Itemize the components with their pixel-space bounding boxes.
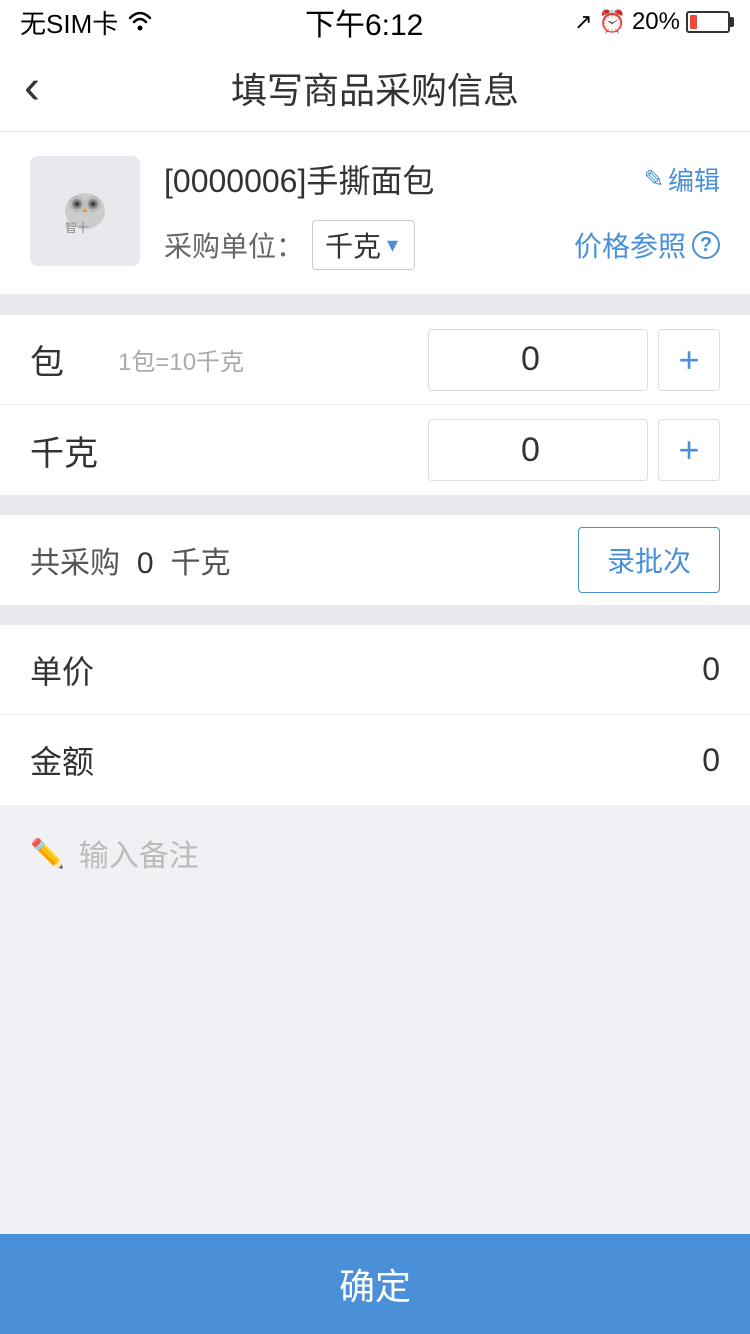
status-left: 无SIM卡 [20, 4, 154, 41]
unit-price-label: 单价 [30, 647, 94, 693]
product-card: 智十 [0000006]手撕面包 ✎ 编辑 采购单位： 千克 ▾ 价格参照 ? [0, 132, 750, 295]
battery-icon [686, 11, 730, 33]
amount-label: 金额 [30, 737, 94, 783]
amount-value: 0 [702, 742, 720, 779]
kg-input-row: 千克 + [0, 405, 750, 495]
bag-label: 包 [30, 335, 110, 384]
product-unit-row: 采购单位： 千克 ▾ 价格参照 ? [164, 220, 720, 270]
unit-value: 千克 [325, 225, 381, 265]
bag-input-control: + [428, 329, 720, 391]
price-ref-label: 价格参照 [574, 225, 686, 265]
price-section: 单价 0 金额 0 [0, 625, 750, 805]
unit-price-value: 0 [702, 651, 720, 688]
note-placeholder: 输入备注 [79, 831, 199, 875]
kg-input-control: + [428, 419, 720, 481]
edit-icon: ✎ [644, 165, 664, 194]
kg-label: 千克 [30, 426, 110, 475]
divider-1 [0, 295, 750, 315]
kg-quantity-input[interactable] [428, 419, 648, 481]
record-batch-button[interactable]: 录批次 [578, 527, 720, 593]
carrier-text: 无SIM卡 [20, 4, 118, 41]
edit-button[interactable]: ✎ 编辑 [644, 161, 720, 198]
pencil-icon: ✏️ [30, 837, 65, 870]
bag-plus-button[interactable]: + [658, 329, 720, 391]
alarm-icon: ⏰ [599, 9, 626, 35]
bag-sublabel: 1包=10千克 [118, 342, 428, 377]
content-fill [0, 901, 750, 1181]
bag-input-row: 包 1包=10千克 + [0, 315, 750, 405]
unit-dropdown-arrow: ▾ [387, 232, 398, 258]
kg-input-section: 千克 + [0, 405, 750, 495]
unit-label: 采购单位： [164, 225, 304, 265]
wifi-icon [126, 7, 154, 38]
total-prefix: 共采购 [30, 547, 120, 580]
product-name-row: [0000006]手撕面包 ✎ 编辑 [164, 156, 720, 202]
status-right: ↗ ⏰ 20% [574, 8, 730, 36]
total-unit: 千克 [170, 547, 230, 580]
price-ref-icon: ? [692, 231, 720, 259]
back-button[interactable]: ‹ [24, 60, 40, 115]
divider-2 [0, 495, 750, 515]
unit-select[interactable]: 千克 ▾ [312, 220, 415, 270]
location-icon: ↗ [574, 9, 592, 35]
price-ref-button[interactable]: 价格参照 ? [574, 225, 720, 265]
total-text-group: 共采购 0 千克 [30, 538, 230, 582]
bag-quantity-input[interactable] [428, 329, 648, 391]
divider-3 [0, 605, 750, 625]
amount-row: 金额 0 [0, 715, 750, 805]
confirm-button[interactable]: 确定 [0, 1234, 750, 1334]
page-title: 填写商品采购信息 [231, 62, 519, 114]
owl-icon: 智十 [55, 176, 115, 246]
nav-bar: ‹ 填写商品采购信息 [0, 44, 750, 132]
status-time: 下午6:12 [305, 0, 423, 44]
svg-text:智十: 智十 [65, 220, 89, 235]
confirm-label: 确定 [339, 1258, 411, 1310]
battery-pct: 20% [632, 8, 680, 36]
note-section[interactable]: ✏️ 输入备注 [0, 805, 750, 901]
product-image: 智十 [30, 156, 140, 266]
kg-plus-button[interactable]: + [658, 419, 720, 481]
total-amount: 0 [137, 547, 154, 580]
status-bar: 无SIM卡 下午6:12 ↗ ⏰ 20% [0, 0, 750, 44]
product-info: [0000006]手撕面包 ✎ 编辑 采购单位： 千克 ▾ 价格参照 ? [164, 156, 720, 270]
total-row: 共采购 0 千克 录批次 [30, 515, 720, 605]
edit-label: 编辑 [668, 161, 720, 198]
total-section: 共采购 0 千克 录批次 [0, 515, 750, 605]
unit-price-row: 单价 0 [0, 625, 750, 715]
product-name: [0000006]手撕面包 [164, 156, 434, 202]
back-icon: ‹ [24, 60, 40, 115]
bag-input-section: 包 1包=10千克 + [0, 315, 750, 405]
